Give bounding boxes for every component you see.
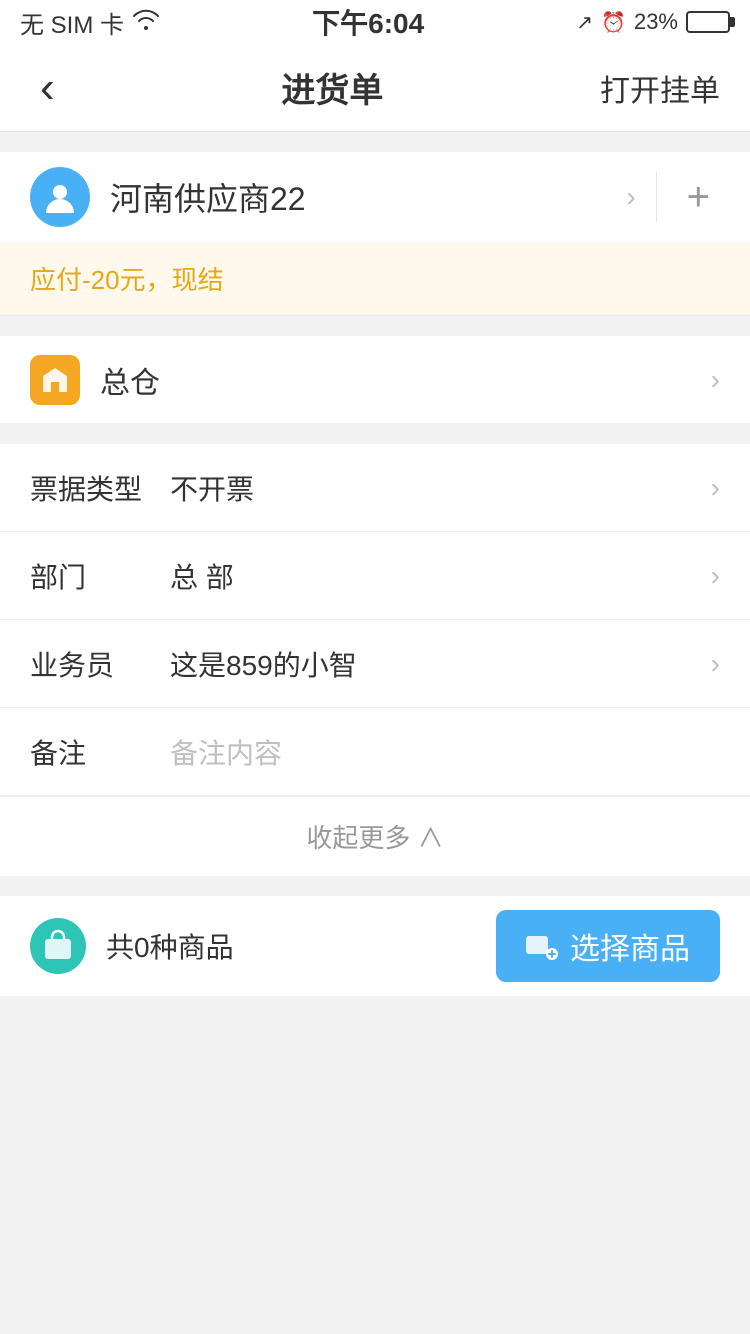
salesperson-row[interactable]: 业务员 这是859的小智 › [0,620,750,708]
select-product-label: 选择商品 [570,924,690,968]
battery-icon [686,11,730,33]
status-bar: 无 SIM 卡 下午6:04 ↗ ⏰ 23% [0,0,750,44]
supplier-chevron-icon: › [626,181,635,213]
notice-bar: 应付-20元，现结 [0,242,750,316]
warehouse-name: 总仓 [100,358,711,402]
carrier-text: 无 SIM 卡 [20,5,124,40]
status-time: 下午6:04 [312,2,424,42]
nav-bar: ‹ 进货单 打开挂单 [0,44,750,132]
location-icon: ↗ [576,10,593,35]
supplier-divider [656,172,657,222]
status-right: ↗ ⏰ 23% [576,9,730,35]
notice-text: 应付-20元，现结 [30,265,224,295]
invoice-type-row[interactable]: 票据类型 不开票 › [0,444,750,532]
product-icon [30,918,86,974]
invoice-type-chevron-icon: › [711,472,720,504]
collapse-label: 收起更多 ∧ [306,818,443,855]
add-button[interactable]: + [677,165,720,230]
department-value: 总 部 [170,556,711,596]
bottom-bar: 共0种商品 选择商品 [0,896,750,996]
collapse-button[interactable]: 收起更多 ∧ [0,796,750,876]
product-count-text: 共0种商品 [106,926,476,966]
page-title: 进货单 [281,63,383,112]
invoice-type-label: 票据类型 [30,468,170,508]
warehouse-chevron-icon: › [711,364,720,396]
warehouse-row[interactable]: 总仓 › [0,336,750,424]
alarm-icon: ⏰ [601,10,626,35]
open-pending-button[interactable]: 打开挂单 [600,66,720,110]
department-chevron-icon: › [711,560,720,592]
section-gap-1 [0,132,750,152]
status-left: 无 SIM 卡 [20,5,160,40]
back-button[interactable]: ‹ [30,53,65,123]
select-product-button[interactable]: 选择商品 [496,910,720,982]
invoice-type-value: 不开票 [170,468,711,508]
wifi-icon [132,8,160,37]
remark-value: 备注内容 [170,732,720,772]
section-gap-2 [0,316,750,336]
form-section: 票据类型 不开票 › 部门 总 部 › 业务员 这是859的小智 › 备注 备注… [0,444,750,876]
battery-text: 23% [634,9,678,35]
salesperson-chevron-icon: › [711,648,720,680]
department-label: 部门 [30,556,170,596]
remark-row[interactable]: 备注 备注内容 [0,708,750,796]
salesperson-value: 这是859的小智 [170,644,711,684]
remark-label: 备注 [30,732,170,772]
supplier-card: 河南供应商22 › + 应付-20元，现结 [0,152,750,316]
warehouse-icon [30,355,80,405]
section-gap-3 [0,424,750,444]
salesperson-label: 业务员 [30,644,170,684]
supplier-avatar [30,167,90,227]
supplier-name: 河南供应商22 [110,174,626,220]
supplier-row[interactable]: 河南供应商22 › + [0,152,750,242]
department-row[interactable]: 部门 总 部 › [0,532,750,620]
